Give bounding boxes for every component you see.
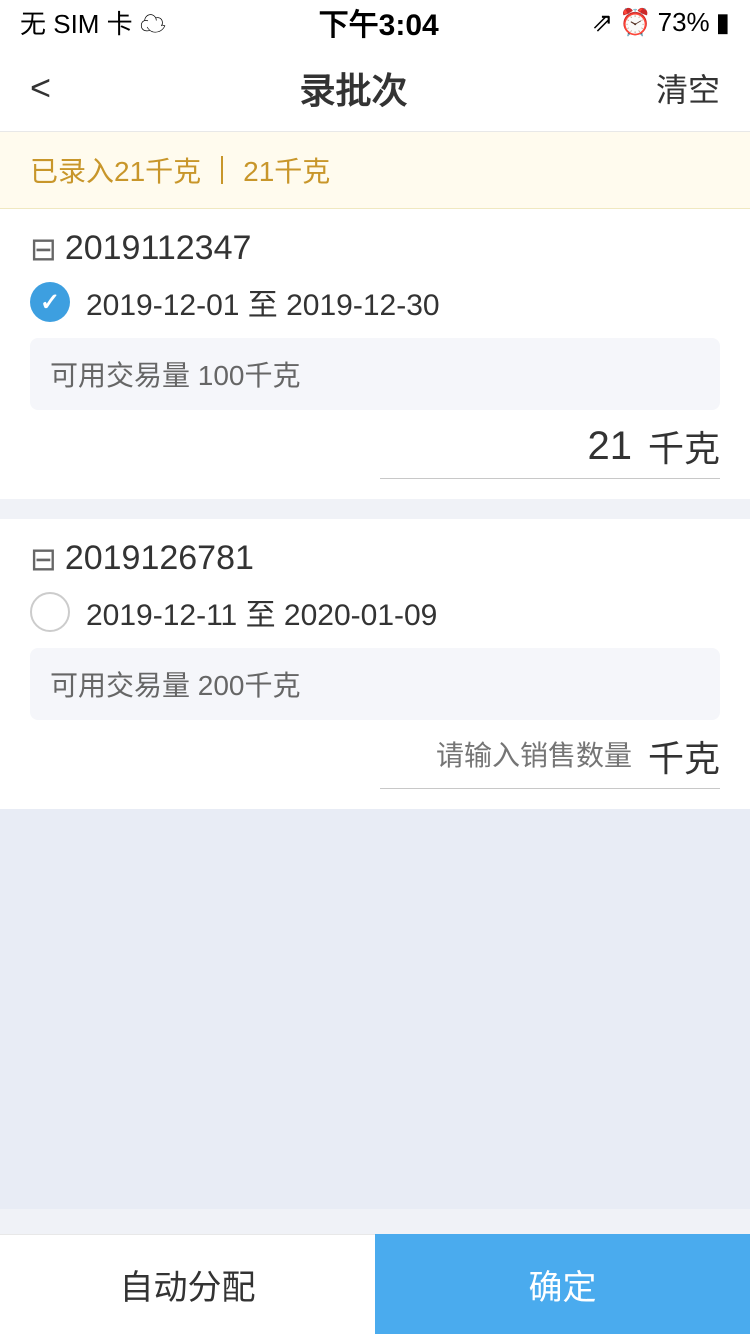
page-title: 录批次 xyxy=(300,62,408,114)
summary-divider xyxy=(221,156,223,184)
batch-separator xyxy=(0,499,750,519)
bottom-area xyxy=(0,809,750,1209)
batch-2-icon: ⊟ xyxy=(30,540,57,578)
batch-1-qty-unit: 千克 xyxy=(648,420,720,472)
status-left: 无 SIM 卡 ☁ xyxy=(20,4,166,41)
batch-2-qty-container: 千克 xyxy=(30,730,720,782)
batch-2-availability: 可用交易量 200千克 xyxy=(30,648,720,720)
batch-1-radio[interactable] xyxy=(30,282,70,322)
battery-icon: ▮ xyxy=(716,7,730,38)
batch-2-qty-unit: 千克 xyxy=(648,730,720,782)
batch-1-icon: ⊟ xyxy=(30,230,57,268)
nav-bar: < 录批次 清空 xyxy=(0,44,750,132)
clear-button[interactable]: 清空 xyxy=(656,65,720,111)
back-button[interactable]: < xyxy=(30,67,51,109)
batch-2-qty-input[interactable] xyxy=(432,740,632,772)
summary-value: 21千克 xyxy=(243,150,330,190)
status-bar: 无 SIM 卡 ☁ 下午3:04 ⇗ ⏰ 73% ▮ xyxy=(0,0,750,44)
summary-label: 已录入21千克 xyxy=(30,150,201,190)
location-icon: ⇗ xyxy=(591,7,613,38)
batch-1-availability: 可用交易量 100千克 xyxy=(30,338,720,410)
batch-2-id: 2019126781 xyxy=(65,539,254,578)
batch-2-date-row: 2019-12-11 至 2020-01-09 xyxy=(30,590,720,634)
status-right: ⇗ ⏰ 73% ▮ xyxy=(591,7,730,38)
confirm-button[interactable]: 确定 xyxy=(375,1234,750,1334)
batch-1-qty-container: 千克 xyxy=(30,420,720,472)
batch-1-id: 2019112347 xyxy=(65,229,252,268)
batch-2-qty-wrapper: 千克 xyxy=(0,720,750,809)
batch-1-date: 2019-12-01 至 2019-12-30 xyxy=(86,280,440,324)
auto-distribute-button[interactable]: 自动分配 xyxy=(0,1234,375,1334)
bottom-buttons: 自动分配 确定 xyxy=(0,1234,750,1334)
batch-1-qty-wrapper: 千克 xyxy=(0,410,750,499)
batch-2-qty-line xyxy=(380,788,720,789)
summary-bar: 已录入21千克 21千克 xyxy=(0,132,750,209)
battery-text: 73% xyxy=(658,7,710,38)
batch-2-radio[interactable] xyxy=(30,592,70,632)
sim-status: 无 SIM 卡 ☁ xyxy=(20,4,166,41)
batch-1-date-row: 2019-12-01 至 2019-12-30 xyxy=(30,280,720,324)
batch-1-header: ⊟ 2019112347 xyxy=(30,229,720,268)
batch-2-header: ⊟ 2019126781 xyxy=(30,539,720,578)
batch-1-qty-input[interactable] xyxy=(432,424,632,469)
batch-2-date: 2019-12-11 至 2020-01-09 xyxy=(86,590,437,634)
batch-item-2: ⊟ 2019126781 2019-12-11 至 2020-01-09 可用交… xyxy=(0,519,750,720)
status-time: 下午3:04 xyxy=(319,0,439,44)
batch-1-qty-line xyxy=(380,478,720,479)
batch-item-1: ⊟ 2019112347 2019-12-01 至 2019-12-30 可用交… xyxy=(0,209,750,410)
alarm-icon: ⏰ xyxy=(619,7,651,38)
